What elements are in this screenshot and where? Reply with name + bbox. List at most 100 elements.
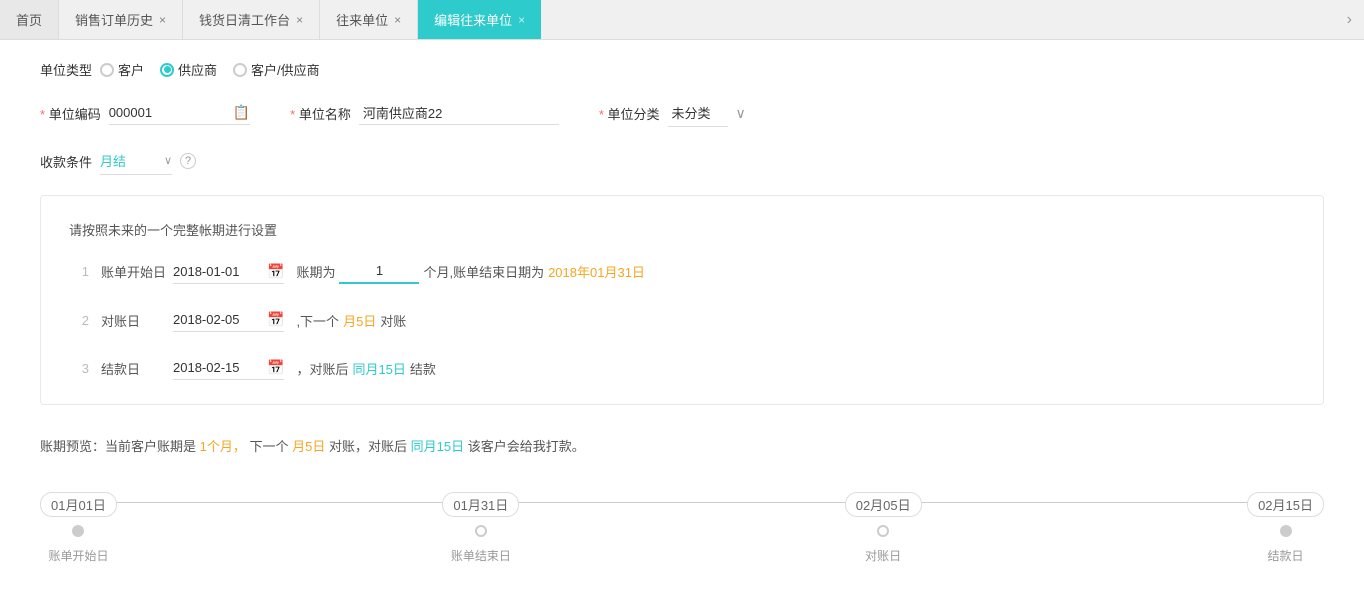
unit-category-arrow[interactable]: ∨ [736,105,746,122]
payment-condition-select[interactable]: 月结 ∨ [100,147,172,175]
close-edit-unit-icon[interactable]: × [518,13,525,27]
unit-category-select-group: 未分类 ∨ [668,99,746,127]
timeline-label-3: 02月15日 [1247,492,1324,517]
timeline-desc-0: 账单开始日 [48,547,108,564]
settings-panel: 请按照未来的一个完整帐期进行设置 1 账单开始日 📅 账期为 个月,账单结束日期… [40,195,1324,405]
close-unit-icon[interactable]: × [394,13,401,27]
row-3-desc: ，对账后 同月15日 结款 [296,359,436,378]
timeline-point-3: 02月15日 结款日 [1247,492,1324,564]
payment-condition-label: 收款条件 [40,152,92,171]
timeline-point-1: 01月31日 账单结束日 [442,492,519,564]
start-date-input[interactable] [173,260,263,283]
row-1-highlight: 2018年01月31日 [548,262,645,281]
timeline-desc-2: 对账日 [865,547,901,564]
radio-supplier[interactable]: 供应商 [160,60,217,79]
close-cashier-icon[interactable]: × [296,13,303,27]
preview-section: 账期预览：当前客户账期是 1个月， 下一个 月5日 对账，对账后 同月15日 该… [40,425,1324,594]
timeline-point-0: 01月01日 账单开始日 [40,492,117,564]
preview-month: 1个月， [200,439,246,454]
period-input[interactable] [339,259,419,284]
row-3-highlight: 同月15日 [352,359,405,378]
payment-condition-row: 收款条件 月结 ∨ ? [40,147,1324,175]
timeline-dot-2 [877,525,889,537]
tab-home[interactable]: 首页 [0,0,59,39]
preview-next-prefix: 下一个 [250,439,289,454]
row-label-2: 对账日 [101,311,161,330]
preview-prefix: 账期预览：当前客户账期是 [40,439,196,454]
row-2-desc-suffix: 对账 [380,311,406,330]
preview-suffix: 该客户会给我打款。 [468,439,585,454]
radio-group: 客户 供应商 客户/供应商 [100,60,320,79]
unit-type-group: 单位类型 客户 供应商 客户/供应商 [40,60,320,79]
timeline-desc-1: 账单结束日 [451,547,511,564]
unit-code-group: * 单位编码 📋 [40,101,250,125]
unit-category-label: * 单位分类 [599,104,660,123]
tab-unit[interactable]: 往来单位 × [320,0,418,39]
preview-reconcile: 对账，对账后 [329,439,407,454]
tab-sales-history-label: 销售订单历史 [75,10,153,29]
radio-customer-circle [100,63,114,77]
setting-row-2: 2 对账日 📅 ,下一个 月5日 对账 [69,308,1295,332]
start-date-calendar-icon[interactable]: 📅 [267,263,284,280]
tab-bar: 首页 销售订单历史 × 钱货日清工作台 × 往来单位 × 编辑往来单位 × › [0,0,1364,40]
unit-code-list-icon[interactable]: 📋 [233,104,250,121]
tab-cashier-label: 钱货日清工作台 [199,10,290,29]
radio-supplier-label: 供应商 [178,60,217,79]
payment-date-input[interactable] [173,356,263,379]
row-num-1: 1 [69,264,89,279]
radio-both[interactable]: 客户/供应商 [233,60,320,79]
timeline-point-2: 02月05日 对账日 [845,492,922,564]
row-num-2: 2 [69,313,89,328]
tab-edit-unit[interactable]: 编辑往来单位 × [418,0,541,39]
row-2-desc-prefix: ,下一个 [296,311,339,330]
unit-info-row: * 单位编码 📋 * 单位名称 * 单位分类 未分类 ∨ [40,99,1324,127]
radio-customer-label: 客户 [118,60,144,79]
setting-row-1: 1 账单开始日 📅 账期为 个月,账单结束日期为 2018年01月31日 [69,259,1295,284]
radio-both-label: 客户/供应商 [251,60,320,79]
timeline-dot-3 [1280,525,1292,537]
timeline-points: 01月01日 账单开始日 01月31日 账单结束日 02月05日 对账日 02月… [40,492,1324,564]
row-1-desc-suffix: 个月,账单结束日期为 [423,262,544,281]
main-content: 单位类型 客户 供应商 客户/供应商 * 单位编码 [0,40,1364,614]
tab-home-label: 首页 [16,10,42,29]
row-1-desc: 账期为 个月,账单结束日期为 2018年01月31日 [296,259,644,284]
tab-sales-history[interactable]: 销售订单历史 × [59,0,183,39]
tab-unit-label: 往来单位 [336,10,388,29]
preview-text: 账期预览：当前客户账期是 1个月， 下一个 月5日 对账，对账后 同月15日 该… [40,437,1324,458]
radio-customer[interactable]: 客户 [100,60,144,79]
preview-same-date: 同月15日 [411,439,464,454]
preview-next-date: 月5日 [292,439,325,454]
reconcile-date-calendar-icon[interactable]: 📅 [267,311,284,328]
row-num-3: 3 [69,361,89,376]
row-3-desc-suffix: 结款 [410,359,436,378]
setting-row-3: 3 结款日 📅 ，对账后 同月15日 结款 [69,356,1295,380]
tab-cashier[interactable]: 钱货日清工作台 × [183,0,320,39]
unit-code-input[interactable] [109,101,229,124]
row-2-desc: ,下一个 月5日 对账 [296,311,406,330]
timeline-label-1: 01月31日 [442,492,519,517]
timeline-dot-0 [72,525,84,537]
timeline-desc-3: 结款日 [1268,547,1304,564]
unit-type-label: 单位类型 [40,60,92,79]
tab-edit-unit-label: 编辑往来单位 [434,10,512,29]
reconcile-date-input[interactable] [173,308,263,331]
help-icon[interactable]: ? [180,153,196,169]
unit-name-label: * 单位名称 [290,104,351,123]
timeline-dot-1 [475,525,487,537]
reconcile-date-input-group: 📅 [173,308,284,332]
row-label-1: 账单开始日 [101,262,161,281]
timeline-label-0: 01月01日 [40,492,117,517]
row-3-desc-prefix: ，对账后 [296,359,348,378]
close-sales-history-icon[interactable]: × [159,13,166,27]
timeline-container: 01月01日 账单开始日 01月31日 账单结束日 02月05日 对账日 02月… [40,482,1324,594]
row-2-highlight: 月5日 [343,311,376,330]
panel-title: 请按照未来的一个完整帐期进行设置 [69,220,1295,239]
payment-date-calendar-icon[interactable]: 📅 [267,359,284,376]
unit-type-row: 单位类型 客户 供应商 客户/供应商 [40,60,1324,79]
tab-arrow[interactable]: › [1335,11,1364,29]
radio-both-circle [233,63,247,77]
payment-date-input-group: 📅 [173,356,284,380]
timeline-label-2: 02月05日 [845,492,922,517]
unit-name-group: * 单位名称 [290,101,559,125]
unit-name-input[interactable] [359,101,559,125]
